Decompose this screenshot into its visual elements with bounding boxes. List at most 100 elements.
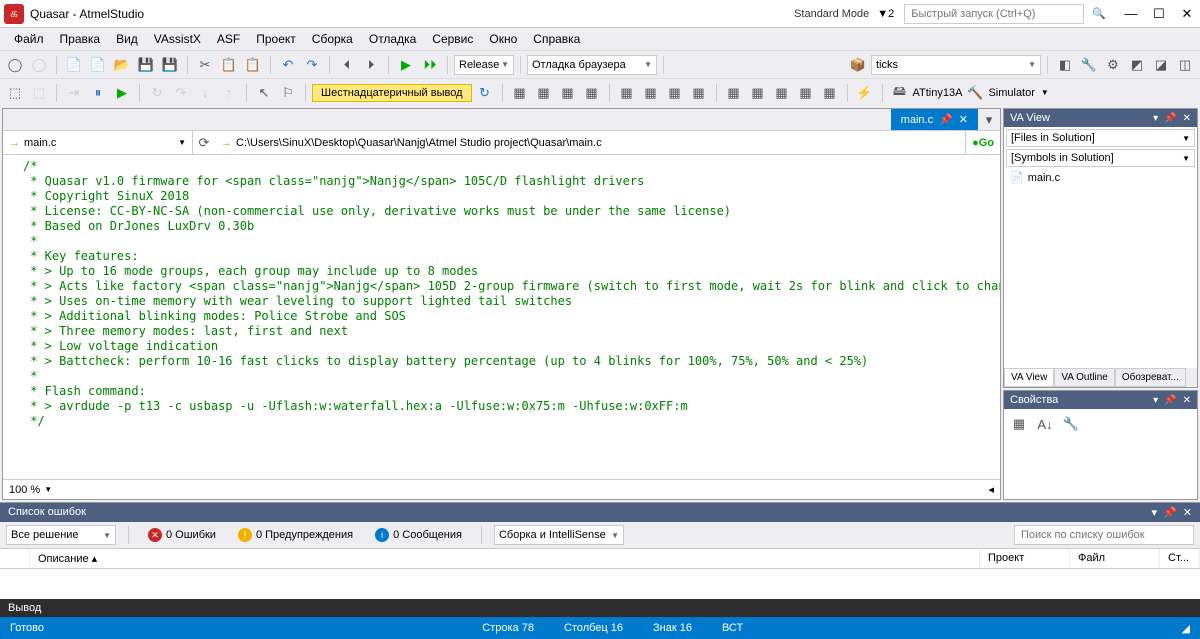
close-button[interactable]: ✕ <box>1178 5 1196 23</box>
nav-fwd-button[interactable]: ◯ <box>28 54 50 76</box>
symbols-in-solution-combo[interactable]: [Symbols in Solution]▼ <box>1006 149 1195 167</box>
tab-va-view[interactable]: VA View <box>1004 368 1054 387</box>
ext-2-icon[interactable]: 🔧 <box>1078 54 1100 76</box>
menu-view[interactable]: Вид <box>108 29 146 49</box>
ext-1-icon[interactable]: ◧ <box>1054 54 1076 76</box>
tab-va-outline[interactable]: VA Outline <box>1054 368 1115 387</box>
scope-combo[interactable]: Все решение▼ <box>6 525 116 545</box>
zoom-level[interactable]: 100 % <box>9 484 40 496</box>
win-6-icon[interactable]: ▦ <box>640 82 662 104</box>
menu-window[interactable]: Окно <box>481 29 525 49</box>
run-no-debug-button[interactable]: ⏵⏵ <box>419 54 441 76</box>
tab-close-icon[interactable]: ✕ <box>959 113 968 126</box>
save-all-button[interactable]: 💾 <box>159 54 181 76</box>
step-next-button[interactable]: ⏵ <box>360 54 382 76</box>
ext-4-icon[interactable]: ◩ <box>1126 54 1148 76</box>
cursor-icon[interactable]: ↖ <box>253 82 275 104</box>
tab-explorer[interactable]: Обозреват... <box>1115 368 1186 387</box>
panel-pin-icon[interactable]: 📌 <box>1163 506 1177 519</box>
maximize-button[interactable]: ☐ <box>1150 5 1168 23</box>
ext-6-icon[interactable]: ◫ <box>1174 54 1196 76</box>
messages-filter[interactable]: i0 Сообщения <box>368 525 469 545</box>
dbg-stepin-icon[interactable]: ↓ <box>194 82 216 104</box>
status-resize-icon[interactable]: ◢ <box>1182 622 1190 635</box>
file-item-main[interactable]: 📄 main.c <box>1006 169 1195 186</box>
save-button[interactable]: 💾 <box>135 54 157 76</box>
col-file[interactable]: Файл <box>1070 549 1160 568</box>
menu-debug[interactable]: Отладка <box>361 29 424 49</box>
prop-cat-icon[interactable]: ▦ <box>1008 413 1030 435</box>
win-13-icon[interactable]: ▦ <box>819 82 841 104</box>
panel-pin-icon[interactable]: 📌 <box>1164 113 1176 124</box>
warnings-filter[interactable]: !0 Предупреждения <box>231 525 360 545</box>
dbg-play-button[interactable]: ▶ <box>111 82 133 104</box>
win-3-icon[interactable]: ▦ <box>557 82 579 104</box>
debug-browser-combo[interactable]: Отладка браузера▼ <box>527 55 657 75</box>
scroll-left-icon[interactable]: ◂ <box>988 483 994 496</box>
ext-5-icon[interactable]: ◪ <box>1150 54 1172 76</box>
win-5-icon[interactable]: ▦ <box>616 82 638 104</box>
win-12-icon[interactable]: ▦ <box>795 82 817 104</box>
tab-pin-icon[interactable]: 📌 <box>939 113 953 126</box>
copy-button[interactable]: 📋 <box>218 54 240 76</box>
build-intellisense-combo[interactable]: Сборка и IntelliSense▼ <box>494 525 624 545</box>
file-crumb-combo[interactable]: → main.c ▼ <box>3 131 193 154</box>
menu-edit[interactable]: Правка <box>52 29 109 49</box>
menu-file[interactable]: Файл <box>6 29 52 49</box>
search-icon[interactable]: 🔍 <box>1092 7 1106 20</box>
error-search-input[interactable] <box>1014 525 1194 545</box>
editor-tab-main[interactable]: main.c 📌 ✕ <box>891 109 978 130</box>
col-line[interactable]: Ст... <box>1160 549 1200 568</box>
menu-project[interactable]: Проект <box>248 29 304 49</box>
code-area[interactable]: /* * Quasar v1.0 firmware for <span clas… <box>3 155 1000 479</box>
errors-filter[interactable]: ✕0 Ошибки <box>141 525 223 545</box>
win-7-icon[interactable]: ▦ <box>664 82 686 104</box>
hammer-icon[interactable]: 🔨 <box>964 82 986 104</box>
win-10-icon[interactable]: ▦ <box>747 82 769 104</box>
sync-icon[interactable]: ⟳ <box>193 132 215 154</box>
lightning-icon[interactable]: ⚡ <box>854 82 876 104</box>
menu-vassistx[interactable]: VAssistX <box>146 29 209 49</box>
win-8-icon[interactable]: ▦ <box>688 82 710 104</box>
col-project[interactable]: Проект <box>980 549 1070 568</box>
cut-button[interactable]: ✂ <box>194 54 216 76</box>
win-2-icon[interactable]: ▦ <box>533 82 555 104</box>
mode-icon[interactable]: ▼2 <box>877 8 894 20</box>
open-button[interactable]: 📂 <box>111 54 133 76</box>
dbg-pause-button[interactable]: ⏸ <box>87 82 109 104</box>
panel-pin-icon[interactable]: 📌 <box>1164 395 1176 406</box>
minimize-button[interactable]: — <box>1122 5 1140 23</box>
run-button[interactable]: ▶ <box>395 54 417 76</box>
dbg-2-icon[interactable]: ⬚ <box>28 82 50 104</box>
hex-output-button[interactable]: Шестнадцатеричный вывод <box>312 84 472 102</box>
undo-button[interactable]: ↶ <box>277 54 299 76</box>
paste-button[interactable]: 📋 <box>242 54 264 76</box>
go-button[interactable]: ● Go <box>965 131 1000 154</box>
dbg-stepover-icon[interactable]: ↷ <box>170 82 192 104</box>
asf-icon[interactable]: 📦 <box>847 54 869 76</box>
dbg-1-icon[interactable]: ⬚ <box>4 82 26 104</box>
quick-launch-input[interactable] <box>904 4 1084 24</box>
nav-back-button[interactable]: ◯ <box>4 54 26 76</box>
config-combo[interactable]: Release▼ <box>454 55 514 75</box>
files-in-solution-combo[interactable]: [Files in Solution]▼ <box>1006 129 1195 147</box>
win-11-icon[interactable]: ▦ <box>771 82 793 104</box>
flag-icon[interactable]: ⚐ <box>277 82 299 104</box>
prop-wrench-icon[interactable]: 🔧 <box>1060 413 1082 435</box>
col-description[interactable]: Описание ▴ <box>30 549 980 568</box>
refresh-icon[interactable]: ↻ <box>474 82 496 104</box>
search-combo[interactable]: ticks▼ <box>871 55 1041 75</box>
prop-sort-icon[interactable]: A↓ <box>1034 413 1056 435</box>
new-project-button[interactable]: 📄 <box>63 54 85 76</box>
step-prev-button[interactable]: ⏴ <box>336 54 358 76</box>
panel-close-icon[interactable]: ✕ <box>1183 113 1191 124</box>
menu-asf[interactable]: ASF <box>209 29 248 49</box>
win-9-icon[interactable]: ▦ <box>723 82 745 104</box>
menu-service[interactable]: Сервис <box>424 29 481 49</box>
output-panel-title[interactable]: Вывод <box>0 599 1200 617</box>
dbg-stepout-icon[interactable]: ↑ <box>218 82 240 104</box>
win-1-icon[interactable]: ▦ <box>509 82 531 104</box>
panel-close-icon[interactable]: ✕ <box>1183 506 1192 519</box>
tab-dropdown-icon[interactable]: ▾ <box>978 109 1000 131</box>
chip-icon[interactable]: 🖴 <box>889 82 911 104</box>
